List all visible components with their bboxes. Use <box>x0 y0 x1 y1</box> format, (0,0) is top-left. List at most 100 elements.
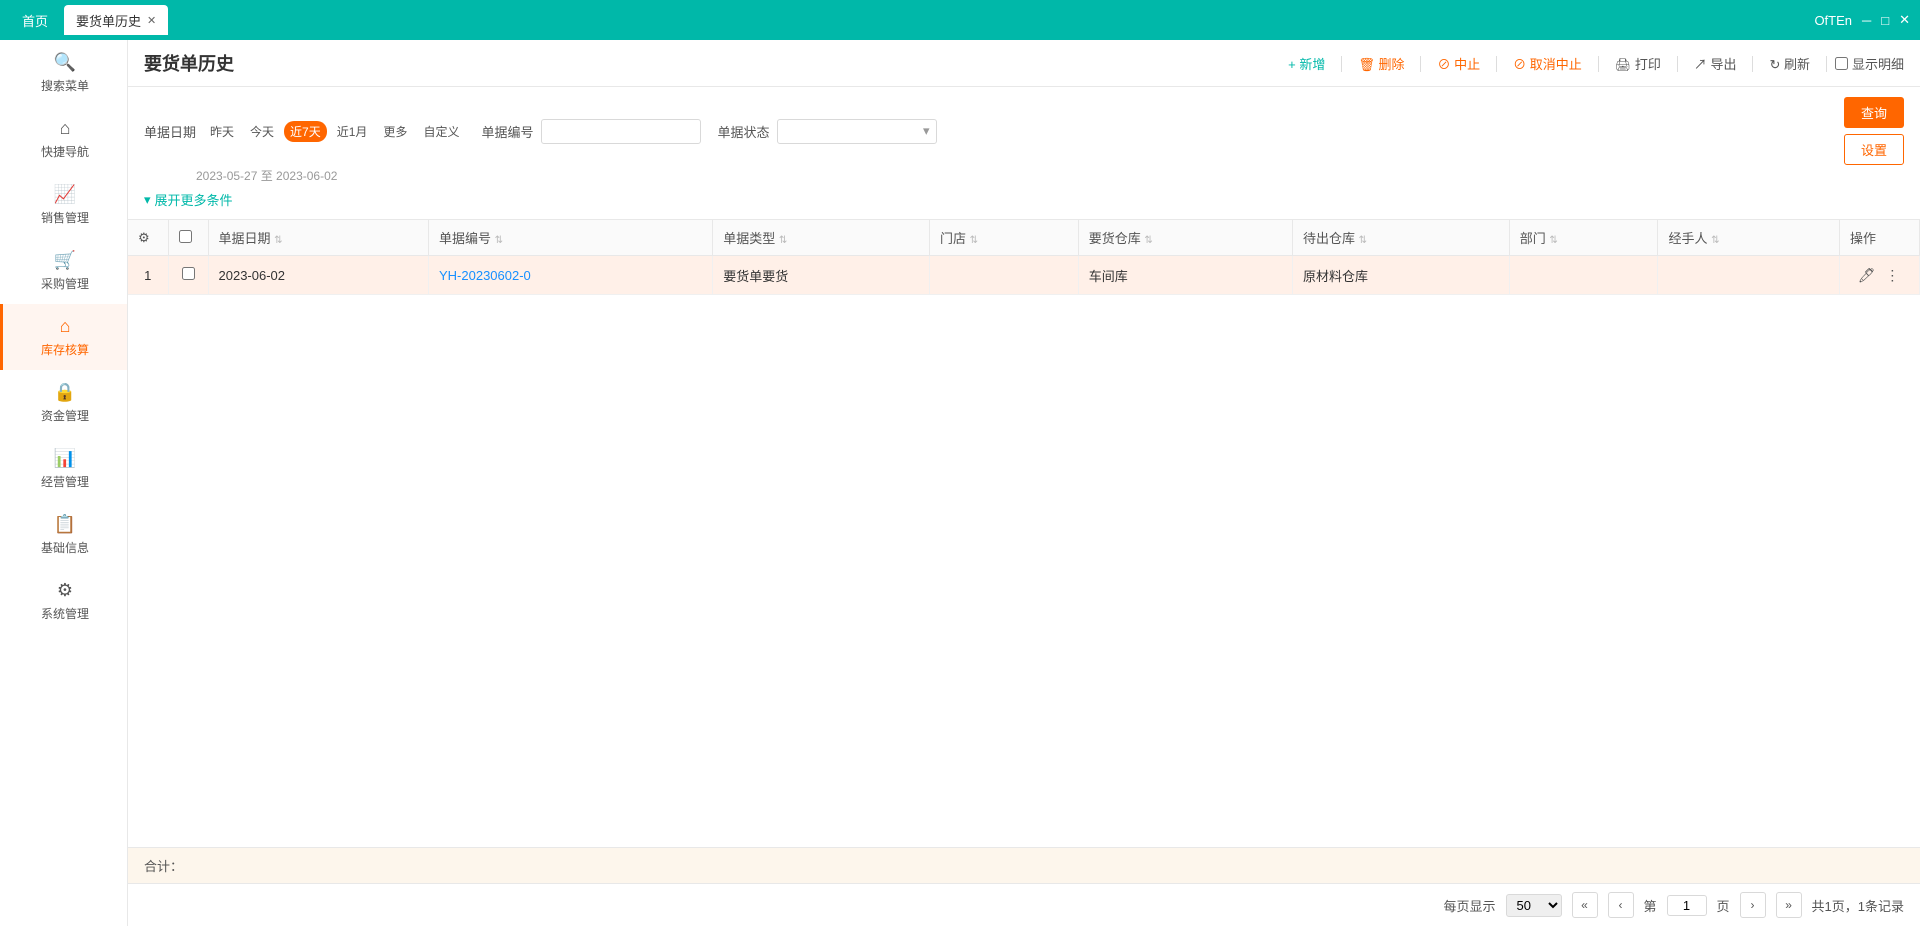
page-header: 要货单历史 + 新增 🗑 删除 ⊘ 中止 ⊘ 取消中止 🖨 打印 ↗ 导出 ↻ … <box>128 40 1920 87</box>
select-all-checkbox[interactable] <box>179 230 192 243</box>
basic-info-icon: 📋 <box>54 514 76 535</box>
table-body: 1 2023-06-02 YH-20230602-0 要货单要货 车间库 原材料… <box>128 256 1920 295</box>
sort-icon-doc-type: ⇅ <box>779 235 787 246</box>
doc-status-select[interactable] <box>777 119 937 144</box>
th-department[interactable]: 部门 ⇅ <box>1509 220 1658 256</box>
query-btn-group: 查询 设置 <box>1844 97 1904 165</box>
header-actions-bar: + 新增 🗑 删除 ⊘ 中止 ⊘ 取消中止 🖨 打印 ↗ 导出 ↻ 刷新 <box>1280 50 1904 85</box>
row-operations: 🖊 ⋮ <box>1840 256 1920 295</box>
th-doc-no-label: 单据编号 <box>439 231 491 246</box>
sidebar-item-quick-nav[interactable]: ⌂ 快捷导航 <box>0 106 127 172</box>
th-doc-no[interactable]: 单据编号 ⇅ <box>428 220 712 256</box>
summary-label: 合计： <box>144 859 183 874</box>
table-row[interactable]: 1 2023-06-02 YH-20230602-0 要货单要货 车间库 原材料… <box>128 256 1920 295</box>
setting-button[interactable]: 设置 <box>1844 134 1904 165</box>
sidebar-item-label: 销售管理 <box>41 209 89 226</box>
shortcut-more[interactable]: 更多 <box>377 121 413 142</box>
sidebar-item-ops-mgmt[interactable]: 📊 经营管理 <box>0 436 127 502</box>
sort-icon-handler: ⇅ <box>1711 235 1719 246</box>
row-more-icon[interactable]: ⋮ <box>1881 264 1903 286</box>
divider-6 <box>1752 56 1753 72</box>
sys-icon: ⚙ <box>57 580 73 601</box>
sidebar-item-search-menu[interactable]: 🔍 搜索菜单 <box>0 40 127 106</box>
th-doc-date[interactable]: 单据日期 ⇅ <box>208 220 428 256</box>
sidebar-item-label: 资金管理 <box>41 407 89 424</box>
close-window-icon[interactable]: ✕ <box>1899 12 1910 28</box>
date-range-display: 2023-05-27 至 2023-06-02 <box>196 167 1904 184</box>
shortcut-yesterday[interactable]: 昨天 <box>204 121 240 142</box>
maximize-icon[interactable]: □ <box>1881 13 1889 28</box>
expand-chevron-icon: ▾ <box>144 192 151 208</box>
sidebar-item-basic-info[interactable]: 📋 基础信息 <box>0 502 127 568</box>
page-number-input[interactable] <box>1667 895 1707 916</box>
th-store-label: 门店 <box>940 231 966 246</box>
sidebar-item-label: 库存核算 <box>41 341 89 358</box>
first-page-button[interactable]: « <box>1572 892 1598 918</box>
tab-home-label: 首页 <box>22 11 48 30</box>
doc-no-link[interactable]: YH-20230602-0 <box>439 268 531 283</box>
divider-3 <box>1496 56 1497 72</box>
th-settings[interactable]: ⚙ <box>128 220 168 256</box>
delete-button[interactable]: 🗑 删除 <box>1350 50 1412 77</box>
page-size-select[interactable]: 10 20 50 100 <box>1506 894 1562 917</box>
sidebar-item-label: 搜索菜单 <box>41 77 89 94</box>
sales-icon: 📈 <box>54 184 76 205</box>
export-button[interactable]: ↗ 导出 <box>1686 50 1745 77</box>
th-handler[interactable]: 经手人 ⇅ <box>1658 220 1840 256</box>
search-menu-icon: 🔍 <box>54 52 76 73</box>
divider-7 <box>1826 56 1827 72</box>
show-detail-checkbox-label[interactable]: 显示明细 <box>1835 54 1904 73</box>
add-button[interactable]: + 新增 <box>1280 50 1333 77</box>
total-info: 共1页，1条记录 <box>1812 896 1904 915</box>
stop-button[interactable]: ⊘ 中止 <box>1429 50 1488 77</box>
next-page-button[interactable]: › <box>1740 892 1766 918</box>
shortcut-7days[interactable]: 近7天 <box>284 121 327 142</box>
sort-icon-pending-warehouse: ⇅ <box>1359 235 1367 246</box>
top-bar-user: OfTEn <box>1814 13 1852 28</box>
prev-page-button[interactable]: ‹ <box>1608 892 1634 918</box>
shortcut-custom[interactable]: 自定义 <box>417 121 465 142</box>
header-row: ⚙ 单据日期 ⇅ 单据编号 ⇅ 单据类型 ⇅ 门店 ⇅ 要货仓库 ⇅ 待出仓库 … <box>128 220 1920 256</box>
th-doc-type[interactable]: 单据类型 ⇅ <box>713 220 930 256</box>
cancel-stop-button[interactable]: ⊘ 取消中止 <box>1505 50 1590 77</box>
sort-icon-doc-date: ⇅ <box>274 235 282 246</box>
expand-conditions-button[interactable]: ▾ 展开更多条件 <box>144 190 1904 209</box>
doc-no-input[interactable] <box>541 119 701 144</box>
sidebar-item-label: 快捷导航 <box>41 143 89 160</box>
top-bar: 首页 要货单历史 ✕ OfTEn ─ □ ✕ <box>0 0 1920 40</box>
query-button[interactable]: 查询 <box>1844 97 1904 128</box>
tab-close-icon[interactable]: ✕ <box>147 14 156 27</box>
last-page-button[interactable]: » <box>1776 892 1802 918</box>
divider-1 <box>1341 56 1342 72</box>
sidebar-item-sales-mgmt[interactable]: 📈 销售管理 <box>0 172 127 238</box>
shortcut-today[interactable]: 今天 <box>244 121 280 142</box>
row-checkbox[interactable] <box>182 267 195 280</box>
print-button[interactable]: 🖨 打印 <box>1607 50 1669 77</box>
shortcut-1month[interactable]: 近1月 <box>331 121 374 142</box>
tab-requisition-history[interactable]: 要货单历史 ✕ <box>64 5 168 35</box>
th-pending-warehouse[interactable]: 待出仓库 ⇅ <box>1292 220 1509 256</box>
tab-home[interactable]: 首页 <box>10 5 60 35</box>
sidebar-item-fund-mgmt[interactable]: 🔒 资金管理 <box>0 370 127 436</box>
date-range-text: 2023-05-27 至 2023-06-02 <box>196 169 337 183</box>
row-handler <box>1658 256 1840 295</box>
sidebar-item-sys-mgmt[interactable]: ⚙ 系统管理 <box>0 568 127 634</box>
divider-4 <box>1598 56 1599 72</box>
sidebar-item-inventory-calc[interactable]: ⌂ 库存核算 <box>0 304 127 370</box>
th-handler-label: 经手人 <box>1668 231 1707 246</box>
filter-group-docstatus: 单据状态 <box>717 119 937 144</box>
row-doc-no: YH-20230602-0 <box>428 256 712 295</box>
th-store[interactable]: 门店 ⇅ <box>929 220 1078 256</box>
show-detail-checkbox[interactable] <box>1835 57 1848 70</box>
row-edit-icon[interactable]: 🖊 <box>1856 264 1878 286</box>
main-layout: 🔍 搜索菜单 ⌂ 快捷导航 📈 销售管理 🛒 采购管理 ⌂ 库存核算 🔒 资金管… <box>0 40 1920 926</box>
minimize-icon[interactable]: ─ <box>1862 13 1871 28</box>
doc-status-select-wrapper <box>777 119 937 144</box>
table-header: ⚙ 单据日期 ⇅ 单据编号 ⇅ 单据类型 ⇅ 门店 ⇅ 要货仓库 ⇅ 待出仓库 … <box>128 220 1920 256</box>
inventory-icon: ⌂ <box>60 316 71 337</box>
page-size-label: 每页显示 <box>1443 896 1495 915</box>
sidebar-item-purchase-mgmt[interactable]: 🛒 采购管理 <box>0 238 127 304</box>
th-req-warehouse[interactable]: 要货仓库 ⇅ <box>1078 220 1292 256</box>
tab-requisition-history-label: 要货单历史 <box>76 11 141 30</box>
refresh-button[interactable]: ↻ 刷新 <box>1761 50 1818 77</box>
